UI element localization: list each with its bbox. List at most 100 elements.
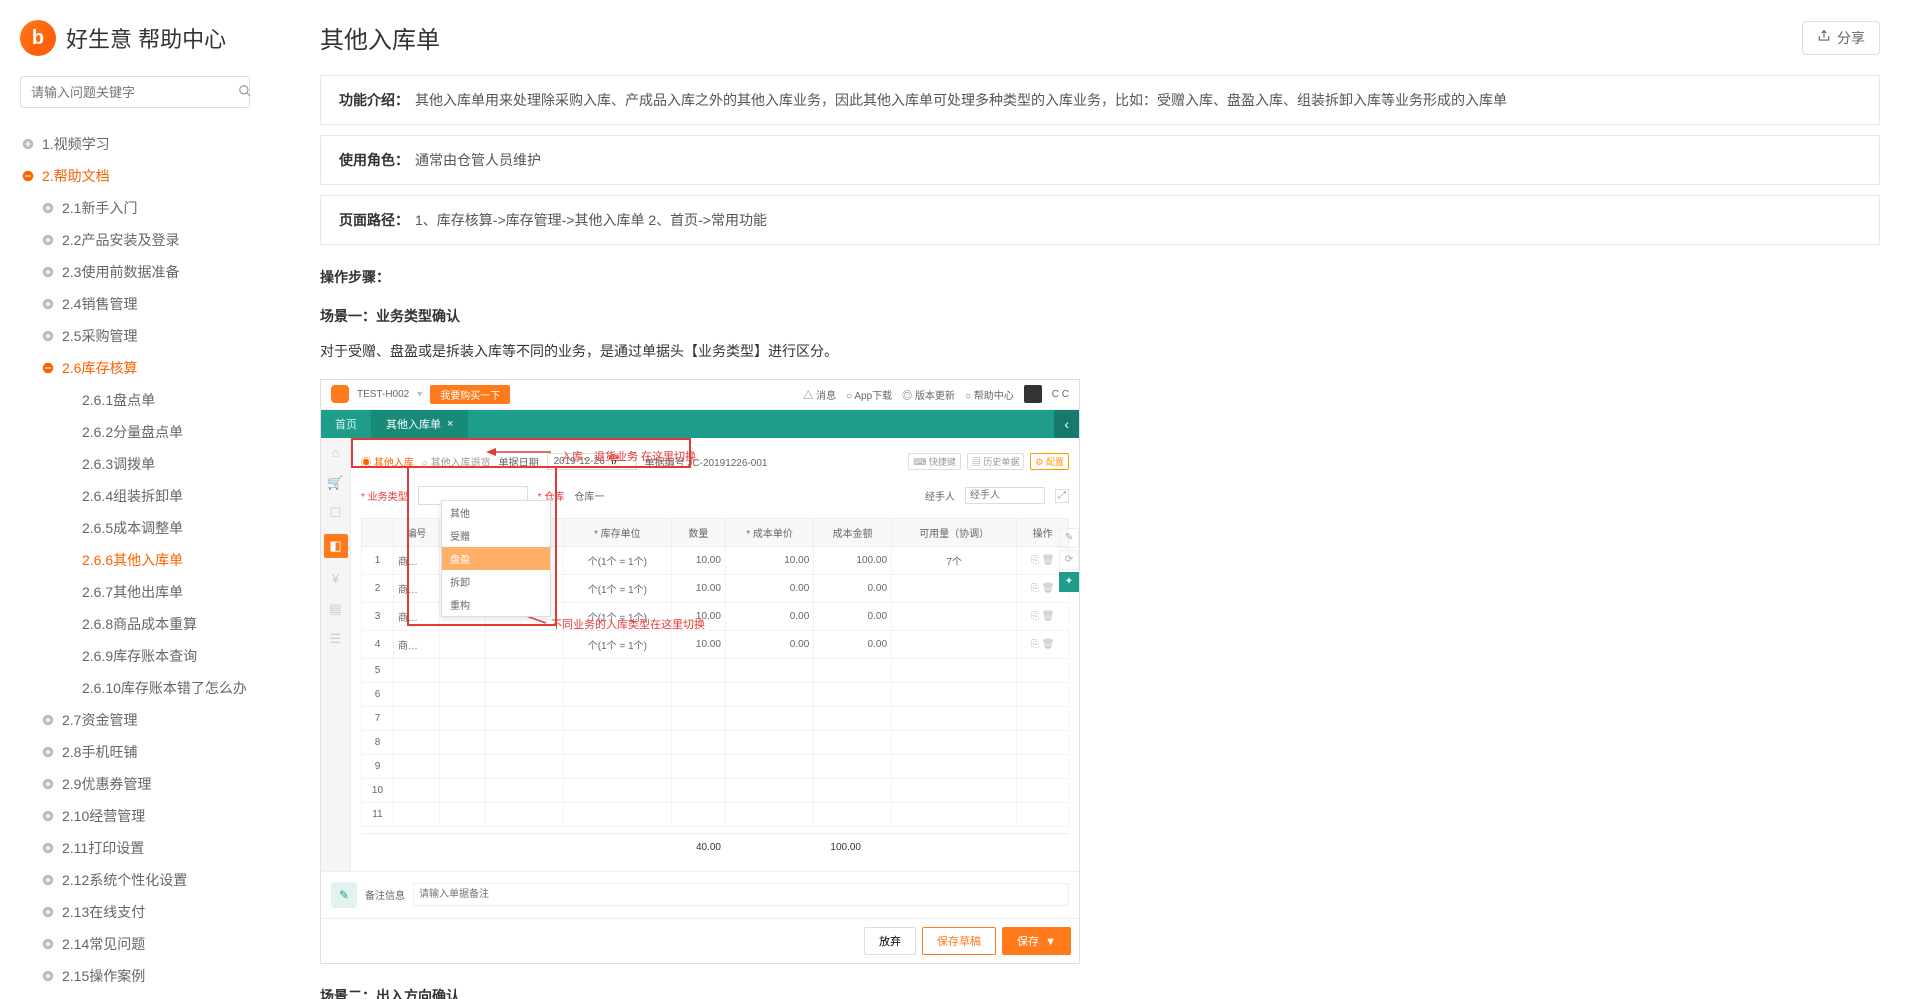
- table-row[interactable]: 10: [362, 778, 1069, 802]
- save-button[interactable]: 保存 ▼: [1002, 927, 1071, 955]
- nav-item[interactable]: 2.5采购管理: [20, 320, 280, 352]
- nav-item[interactable]: 2.2产品安装及登录: [20, 224, 280, 256]
- role-label: 使用角色：: [339, 152, 409, 168]
- shortcut-button[interactable]: ⌨ 快捷键: [908, 453, 961, 470]
- nav-item[interactable]: 2.14常见问题: [20, 928, 280, 960]
- help-link[interactable]: ○ 帮助中心: [965, 387, 1014, 402]
- table-row[interactable]: 8: [362, 730, 1069, 754]
- plus-icon: [40, 968, 56, 984]
- home-icon[interactable]: ⌂: [327, 444, 345, 462]
- box-icon[interactable]: ☐: [327, 504, 345, 522]
- table-row[interactable]: 9: [362, 754, 1069, 778]
- tool-icon-1[interactable]: ✎: [1059, 528, 1079, 548]
- dropdown-option[interactable]: 拆卸: [442, 570, 550, 593]
- dropdown-option[interactable]: 受赠: [442, 524, 550, 547]
- msg-icon[interactable]: △ 消息: [803, 387, 836, 402]
- inventory-icon[interactable]: ◧: [324, 534, 348, 558]
- draft-button[interactable]: 保存草稿: [922, 927, 996, 955]
- handler-input[interactable]: [965, 487, 1045, 504]
- nav-item[interactable]: 2.6.6其他入库单: [20, 544, 280, 576]
- avatar[interactable]: [1024, 385, 1042, 403]
- tool-icon-3[interactable]: ✦: [1059, 572, 1079, 592]
- search-input[interactable]: [20, 76, 250, 108]
- cart-icon[interactable]: 🛒: [327, 474, 345, 492]
- remark-input[interactable]: [413, 883, 1069, 906]
- search-icon[interactable]: [238, 84, 252, 101]
- nav-item[interactable]: 2.13在线支付: [20, 896, 280, 928]
- delete-icon[interactable]: 🗑: [1042, 555, 1055, 566]
- tab-home[interactable]: 首页: [321, 410, 372, 438]
- dropdown-option[interactable]: 重构: [442, 593, 550, 616]
- table-row[interactable]: 7: [362, 706, 1069, 730]
- tab-collapse[interactable]: ‹: [1054, 410, 1079, 438]
- nav-item[interactable]: 2.6.5成本调整单: [20, 512, 280, 544]
- nav-item[interactable]: 2.3使用前数据准备: [20, 256, 280, 288]
- nav-item[interactable]: 2.6.7其他出库单: [20, 576, 280, 608]
- remark-label: 备注信息: [365, 887, 405, 902]
- delete-icon[interactable]: 🗑: [1042, 639, 1055, 650]
- version-link[interactable]: ◎ 版本更新: [902, 387, 955, 402]
- tool-icon-2[interactable]: ⟳: [1059, 550, 1079, 570]
- nav-item[interactable]: 2.6.9库存账本查询: [20, 640, 280, 672]
- nav-item[interactable]: 2.15操作案例: [20, 960, 280, 992]
- nav-item[interactable]: 2.10经营管理: [20, 800, 280, 832]
- nav-item[interactable]: 2.8手机旺铺: [20, 736, 280, 768]
- table-header: [362, 518, 394, 546]
- nav-item[interactable]: 2.6.2分量盘点单: [20, 416, 280, 448]
- scene1-title: 场景一：业务类型确认: [320, 304, 1880, 329]
- plus-icon: [40, 872, 56, 888]
- plus-icon: [40, 232, 56, 248]
- nav-item[interactable]: 2.9优惠券管理: [20, 768, 280, 800]
- nav-label: 2.5采购管理: [62, 326, 137, 346]
- expand-icon[interactable]: ⤢: [1055, 489, 1069, 503]
- nav-item[interactable]: 2.4销售管理: [20, 288, 280, 320]
- setting-button[interactable]: ⚙ 配置: [1030, 453, 1069, 470]
- delete-icon[interactable]: 🗑: [1042, 611, 1055, 622]
- dropdown-option[interactable]: 盘盈: [442, 547, 550, 570]
- table-row[interactable]: 5: [362, 658, 1069, 682]
- copy-icon[interactable]: ⎘: [1031, 555, 1039, 566]
- delete-icon[interactable]: 🗑: [1042, 583, 1055, 594]
- plus-icon: [40, 776, 56, 792]
- copy-icon[interactable]: ⎘: [1031, 639, 1039, 650]
- nav-label: 2.6.8商品成本重算: [82, 614, 197, 634]
- nav-item[interactable]: 1.视频学习: [20, 128, 280, 160]
- nav-item[interactable]: 2.7资金管理: [20, 704, 280, 736]
- table-row[interactable]: 6: [362, 682, 1069, 706]
- more-icon[interactable]: ☰: [327, 630, 345, 648]
- nav-item[interactable]: 2.1新手入门: [20, 192, 280, 224]
- plus-icon: [40, 712, 56, 728]
- history-button[interactable]: ▤ 历史单据: [967, 453, 1025, 470]
- discard-button[interactable]: 放弃: [864, 927, 916, 955]
- radio-return[interactable]: ○ 其他入库退货: [422, 454, 491, 469]
- radio-inbound[interactable]: ◉ 其他入库: [361, 454, 414, 469]
- nav-item[interactable]: 2.帮助文档: [20, 160, 280, 192]
- nav-item[interactable]: 2.6.10库存账本错了怎么办: [20, 672, 280, 704]
- report-icon[interactable]: ▤: [327, 600, 345, 618]
- wallet-icon[interactable]: ¥: [327, 570, 345, 588]
- table-row[interactable]: 4商…个(1个 = 1个)10.000.000.00⎘ 🗑: [362, 630, 1069, 658]
- copy-icon[interactable]: ⎘: [1031, 583, 1039, 594]
- close-icon[interactable]: ×: [447, 418, 453, 430]
- app-download-link[interactable]: ○ App下载: [846, 387, 892, 402]
- nav-item[interactable]: 2.6.8商品成本重算: [20, 608, 280, 640]
- nav-item[interactable]: 2.6.3调拨单: [20, 448, 280, 480]
- nav-item[interactable]: 2.6库存核算: [20, 352, 280, 384]
- nav-item[interactable]: 2.12系统个性化设置: [20, 864, 280, 896]
- dropdown-option[interactable]: 其他: [442, 501, 550, 524]
- nav-item[interactable]: 2.6.4组装拆卸单: [20, 480, 280, 512]
- warehouse-value[interactable]: 仓库一: [574, 488, 604, 503]
- biztype-dropdown[interactable]: 其他受赠盘盈拆卸重构: [441, 500, 551, 617]
- nav-item[interactable]: 2.11打印设置: [20, 832, 280, 864]
- nav-label: 2.6.5成本调整单: [82, 518, 183, 538]
- chevron-down-icon[interactable]: ▾: [417, 389, 422, 400]
- nav-label: 2.1新手入门: [62, 198, 137, 218]
- plus-icon: [20, 136, 36, 152]
- nav-item[interactable]: 2.6.1盘点单: [20, 384, 280, 416]
- share-button[interactable]: 分享: [1802, 21, 1880, 55]
- remark-icon: ✎: [331, 882, 357, 908]
- copy-icon[interactable]: ⎘: [1031, 611, 1039, 622]
- tab-other-inbound[interactable]: 其他入库单 ×: [372, 410, 468, 438]
- trial-button[interactable]: 我要购买一下: [430, 385, 510, 404]
- table-row[interactable]: 11: [362, 802, 1069, 826]
